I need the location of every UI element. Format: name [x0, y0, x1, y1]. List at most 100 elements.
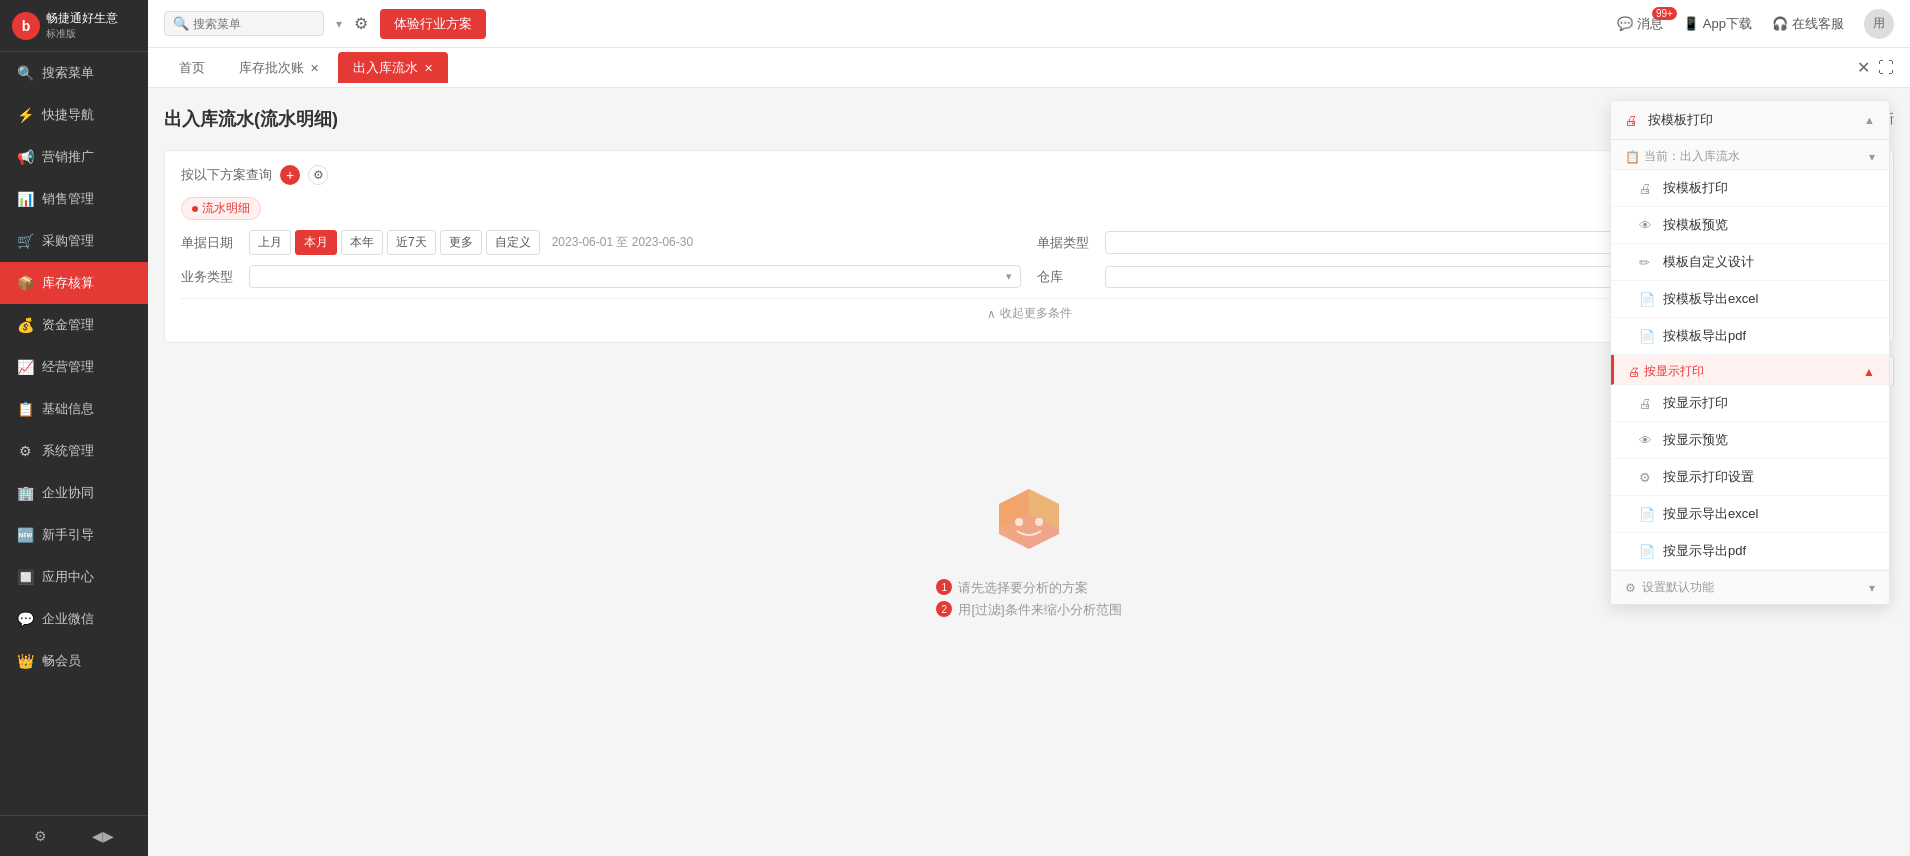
sidebar-item-operations[interactable]: 📈 经营管理	[0, 346, 148, 388]
dropdown-footer[interactable]: ⚙ 设置默认功能 ▾	[1611, 570, 1889, 604]
display-excel-icon: 📄	[1639, 507, 1655, 522]
sidebar-label-system: 系统管理	[42, 442, 94, 460]
sidebar-icon-sales: 📊	[16, 191, 34, 207]
sidebar-item-marketing[interactable]: 📢 营销推广	[0, 136, 148, 178]
date-btn-this-year[interactable]: 本年	[341, 230, 383, 255]
filter-label: 按以下方案查询	[181, 166, 272, 184]
sidebar-label-quick-nav: 快捷导航	[42, 106, 94, 124]
dropdown-item-template-excel[interactable]: 📄 按模板导出excel	[1611, 281, 1889, 318]
sidebar-item-enterprise[interactable]: 🏢 企业协同	[0, 472, 148, 514]
date-btn-more[interactable]: 更多	[440, 230, 482, 255]
tab-flow-close[interactable]: ✕	[424, 62, 433, 75]
dropdown-item-display-settings[interactable]: ⚙ 按显示打印设置	[1611, 459, 1889, 496]
date-btn-7days[interactable]: 近7天	[387, 230, 436, 255]
sidebar-icon-app-center: 🔲	[16, 569, 34, 585]
user-avatar[interactable]: 用	[1864, 9, 1894, 39]
filter-biz-label: 业务类型	[181, 268, 241, 286]
filter-tag[interactable]: 流水明细	[181, 197, 261, 220]
search-icon: 🔍	[173, 16, 189, 31]
date-btn-custom[interactable]: 自定义	[486, 230, 540, 255]
sidebar-footer: ⚙ ◀▶	[0, 815, 148, 856]
topbar-right: 💬 消息 99+ 📱 App下载 🎧 在线客服 用	[1617, 9, 1894, 39]
dropdown-section-display: 🖨 按显示打印 ▲	[1611, 355, 1889, 385]
collapse-more-label: 收起更多条件	[1000, 305, 1072, 322]
app-download-btn[interactable]: 📱 App下载	[1683, 15, 1752, 33]
search-chevron-icon[interactable]: ▾	[336, 17, 342, 31]
current-template-icon: 📋	[1625, 150, 1640, 164]
sidebar-item-guide[interactable]: 🆕 新手引导	[0, 514, 148, 556]
dropdown-header-chevron[interactable]: ▲	[1864, 114, 1875, 126]
sidebar-icon-basic: 📋	[16, 401, 34, 417]
sidebar-item-purchase[interactable]: 🛒 采购管理	[0, 220, 148, 262]
template-excel-icon: 📄	[1639, 292, 1655, 307]
sidebar-item-search[interactable]: 🔍 搜索菜单	[0, 52, 148, 94]
topbar-gear-icon[interactable]: ⚙	[354, 14, 368, 33]
sidebar-item-app-center[interactable]: 🔲 应用中心	[0, 556, 148, 598]
tab-close-all-btn[interactable]: ✕	[1857, 58, 1870, 77]
current-template-arrow[interactable]: ▾	[1869, 150, 1875, 164]
dropdown-item-display-pdf[interactable]: 📄 按显示导出pdf	[1611, 533, 1889, 570]
sidebar-icon-purchase: 🛒	[16, 233, 34, 249]
display-print-icon: 🖨	[1639, 396, 1655, 411]
sidebar-collapse-icon[interactable]: ◀▶	[92, 828, 114, 844]
sidebar-label-search: 搜索菜单	[42, 64, 94, 82]
empty-icon	[979, 459, 1079, 559]
empty-tip-2: 2 用[过滤]条件来缩小分析范围	[936, 601, 1121, 619]
dropdown-panel: 🖨 按模板打印 ▲ 📋 当前：出入库流水 ▾ 🖨 按模板打印 👁 按模板预览 ✏…	[1610, 100, 1890, 605]
search-input[interactable]	[193, 17, 313, 31]
display-preview-icon: 👁	[1639, 433, 1655, 448]
tab-flow[interactable]: 出入库流水 ✕	[338, 52, 448, 83]
sidebar-item-basic[interactable]: 📋 基础信息	[0, 388, 148, 430]
messages-btn[interactable]: 💬 消息 99+	[1617, 15, 1663, 33]
dropdown-item-template-design[interactable]: ✏ 模板自定义设计	[1611, 244, 1889, 281]
sidebar-item-inventory[interactable]: 📦 库存核算	[0, 262, 148, 304]
sidebar-item-quick-nav[interactable]: ⚡ 快捷导航	[0, 94, 148, 136]
tab-home[interactable]: 首页	[164, 52, 220, 83]
dropdown-item-display-preview[interactable]: 👁 按显示预览	[1611, 422, 1889, 459]
filter-date-label: 单据日期	[181, 234, 241, 252]
current-template-label: 当前：出入库流水	[1644, 148, 1740, 165]
date-btn-this-month[interactable]: 本月	[295, 230, 337, 255]
sidebar-label-operations: 经营管理	[42, 358, 94, 376]
display-section-arrow[interactable]: ▲	[1863, 365, 1875, 379]
tab-home-label: 首页	[179, 59, 205, 77]
sidebar-item-member[interactable]: 👑 畅会员	[0, 640, 148, 682]
dropdown-item-template-print[interactable]: 🖨 按模板打印	[1611, 170, 1889, 207]
tag-label: 流水明细	[202, 200, 250, 217]
industry-btn[interactable]: 体验行业方案	[380, 9, 486, 39]
dropdown-item-display-print[interactable]: 🖨 按显示打印	[1611, 385, 1889, 422]
sidebar-item-system[interactable]: ⚙ 系统管理	[0, 430, 148, 472]
dropdown-footer-label: 设置默认功能	[1642, 579, 1714, 596]
topbar-search-box[interactable]: 🔍	[164, 11, 324, 36]
online-service-btn[interactable]: 🎧 在线客服	[1772, 15, 1844, 33]
sidebar-icon-marketing: 📢	[16, 149, 34, 165]
dropdown-item-display-excel[interactable]: 📄 按显示导出excel	[1611, 496, 1889, 533]
empty-tip-1: 1 请先选择要分析的方案	[936, 579, 1121, 597]
dropdown-item-template-pdf[interactable]: 📄 按模板导出pdf	[1611, 318, 1889, 355]
messages-badge: 99+	[1652, 7, 1677, 20]
template-pdf-icon: 📄	[1639, 329, 1655, 344]
sidebar-item-finance[interactable]: 💰 资金管理	[0, 304, 148, 346]
filter-add-btn[interactable]: +	[280, 165, 300, 185]
empty-tips: 1 请先选择要分析的方案 2 用[过滤]条件来缩小分析范围	[936, 575, 1121, 623]
message-icon: 💬	[1617, 16, 1633, 31]
sidebar-item-sales[interactable]: 📊 销售管理	[0, 178, 148, 220]
dropdown-footer-arrow: ▾	[1869, 581, 1875, 595]
sidebar-label-basic: 基础信息	[42, 400, 94, 418]
sidebar-settings-icon[interactable]: ⚙	[34, 828, 47, 844]
dropdown-item-template-preview[interactable]: 👁 按模板预览	[1611, 207, 1889, 244]
sidebar-label-guide: 新手引导	[42, 526, 94, 544]
tabs-right-controls: ✕ ⛶	[1857, 58, 1894, 77]
sidebar-label-wechat: 企业微信	[42, 610, 94, 628]
date-btn-last-month[interactable]: 上月	[249, 230, 291, 255]
tab-inventory-batch-close[interactable]: ✕	[310, 62, 319, 75]
template-design-icon: ✏	[1639, 255, 1655, 270]
filter-biz-select[interactable]: ▾	[249, 265, 1021, 288]
filter-gear-btn[interactable]: ⚙	[308, 165, 328, 185]
sidebar-item-wechat[interactable]: 💬 企业微信	[0, 598, 148, 640]
tab-expand-btn[interactable]: ⛶	[1878, 59, 1894, 77]
filter-date-field: 单据日期 上月 本月 本年 近7天 更多 自定义 2023-06-01 至 20…	[181, 230, 1021, 255]
tab-inventory-batch[interactable]: 库存批次账 ✕	[224, 52, 334, 83]
sidebar-icon-inventory: 📦	[16, 275, 34, 291]
dropdown-section-current: 📋 当前：出入库流水 ▾	[1611, 140, 1889, 170]
